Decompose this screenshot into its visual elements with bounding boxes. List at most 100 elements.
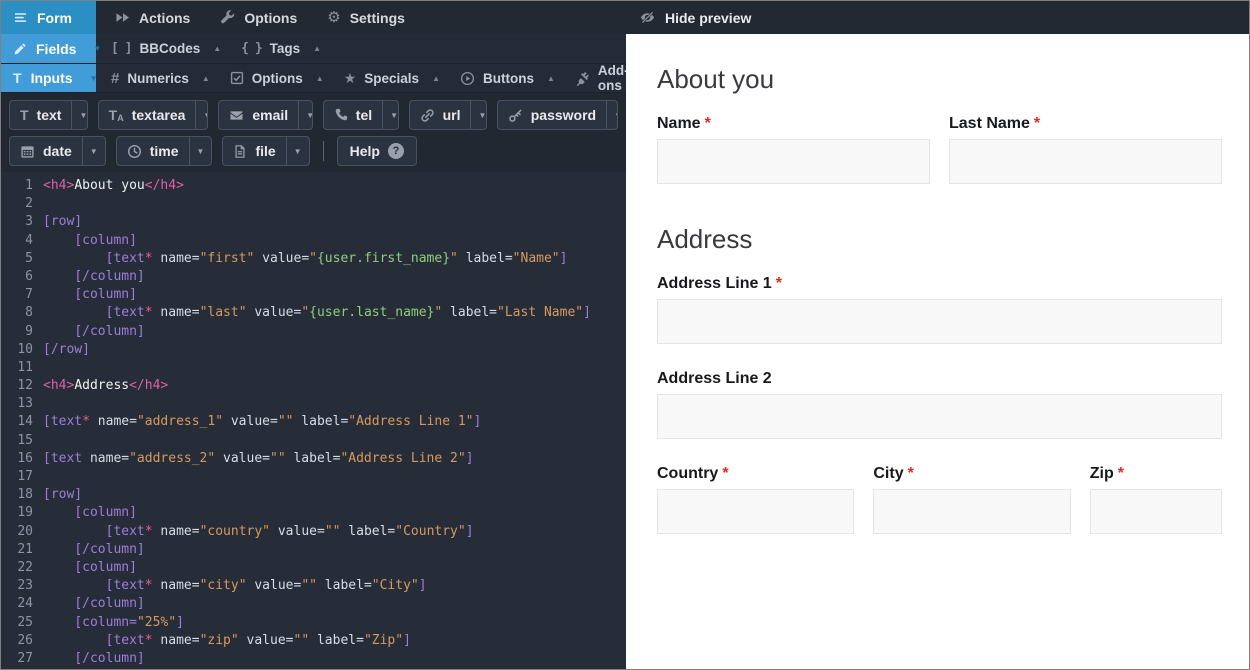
preview-row: Name * Last Name * — [657, 115, 1222, 184]
plug-icon — [575, 71, 590, 86]
caret-up-icon[interactable]: ▲ — [213, 44, 221, 53]
code-line: 20 [text* name="country" value="" label=… — [1, 523, 626, 541]
input-name[interactable] — [657, 139, 930, 184]
section-heading: About you — [657, 64, 775, 94]
email-icon — [229, 109, 244, 122]
line-number: 22 — [17, 559, 33, 575]
tab-form[interactable]: Form — [1, 1, 96, 34]
menubar: Form Actions Options ⚙ Settings Hide previe… — [1, 1, 1249, 34]
caret-up-icon[interactable]: ▲ — [547, 74, 555, 83]
help-button[interactable]: Help? — [336, 136, 417, 166]
field-button-tel-main[interactable]: tel — [324, 101, 382, 129]
menu-item-options[interactable]: Options — [205, 1, 312, 34]
group-tags[interactable]: { } Tags ▲ — [231, 41, 331, 56]
tab-inputs-label: Inputs — [30, 70, 73, 86]
field-button-date-caret[interactable]: ▼ — [81, 137, 105, 165]
field-button-row-1: Ttext▼TAtextarea▼email▼tel▼url▼password▼ — [9, 100, 618, 130]
time-icon — [127, 144, 142, 159]
line-number: 24 — [17, 596, 33, 612]
wrench-icon — [220, 10, 235, 25]
fields-bar: Fields ▼ [ ] BBCodes ▲{ } Tags ▲ — [1, 34, 626, 64]
preview-field-name: Name * — [657, 115, 930, 184]
caret-up-icon[interactable]: ▲ — [316, 74, 324, 83]
field-button-textarea-main[interactable]: TA textarea — [99, 101, 196, 129]
code-line: 19 [column] — [1, 504, 626, 522]
line-number: 10 — [17, 341, 33, 357]
group-buttons[interactable]: Buttons ▲ — [450, 71, 565, 86]
fields-groups: [ ] BBCodes ▲{ } Tags ▲ — [96, 34, 331, 63]
caret-up-icon[interactable]: ▲ — [313, 44, 321, 53]
caret-up-icon[interactable]: ▲ — [432, 74, 440, 83]
eye-slash-icon — [639, 10, 656, 25]
tab-form-label: Form — [37, 9, 72, 26]
field-label: Last Name * — [949, 115, 1041, 132]
input-address-line-2[interactable] — [657, 394, 1222, 439]
line-number: 26 — [17, 632, 33, 648]
hide-preview-button[interactable]: Hide preview — [639, 1, 751, 34]
group-bbcodes[interactable]: [ ] BBCodes ▲ — [101, 41, 231, 56]
code-line: 27 [/column] — [1, 650, 626, 668]
code-line: 5 [text* name="first" value="{user.first… — [1, 250, 626, 268]
field-button-email: email▼ — [218, 100, 313, 130]
password-icon — [508, 108, 523, 123]
field-label: Zip * — [1089, 465, 1124, 482]
line-number: 20 — [17, 523, 33, 539]
code-line: 21 [/column] — [1, 541, 626, 559]
field-button-email-caret[interactable]: ▼ — [298, 101, 312, 129]
field-button-password-caret[interactable]: ▼ — [606, 101, 617, 129]
checkbox-icon — [230, 71, 244, 85]
file-icon — [233, 144, 247, 159]
field-button-password: password▼ — [496, 100, 618, 130]
field-button-textarea-caret[interactable]: ▼ — [195, 101, 207, 129]
required-marker: * — [907, 465, 914, 482]
field-button-text-main[interactable]: Ttext — [10, 101, 71, 129]
field-button-text-caret[interactable]: ▼ — [71, 101, 87, 129]
line-number: 27 — [17, 650, 33, 666]
field-button-url-caret[interactable]: ▼ — [470, 101, 486, 129]
pencil-icon — [13, 42, 27, 56]
required-marker: * — [704, 115, 711, 132]
group-options[interactable]: Options ▲ — [220, 71, 334, 86]
field-button-email-main[interactable]: email — [219, 101, 298, 129]
inputs-bar: T Inputs ▼ # Numerics ▲ Options ▲ ★ Specials ▲ B… — [1, 63, 650, 93]
input-city[interactable] — [873, 489, 1071, 534]
code-line: 12 <h4>Address</h4> — [1, 377, 626, 395]
field-button-file-main[interactable]: file — [223, 137, 285, 165]
group-specials[interactable]: ★ Specials ▲ — [334, 71, 450, 86]
input-address-line-1[interactable] — [657, 299, 1222, 344]
field-button-date-main[interactable]: date — [10, 137, 82, 165]
tab-inputs[interactable]: T Inputs ▼ — [1, 64, 97, 92]
menu-item-actions[interactable]: Actions — [100, 1, 205, 34]
field-button-date: date ▼ — [9, 136, 106, 166]
input-last-name[interactable] — [949, 139, 1222, 184]
code-editor[interactable]: 1 <h4>About you</h4> 2 3 [row] 4 [column] 5 [t… — [1, 172, 626, 669]
field-button-url-main[interactable]: url — [410, 101, 471, 129]
group-numerics[interactable]: # Numerics ▲ — [101, 71, 220, 86]
field-button-file-caret[interactable]: ▼ — [285, 137, 309, 165]
code-line: 9 [/column] — [1, 323, 626, 341]
required-marker: * — [1033, 115, 1041, 132]
code-line: 1 <h4>About you</h4> — [1, 177, 626, 195]
field-label: City * — [873, 465, 914, 482]
textarea-icon: TA — [108, 106, 124, 123]
question-circle-icon: ? — [387, 143, 404, 159]
preview-field-zip: Zip * — [1089, 465, 1222, 534]
field-button-time-main[interactable]: time — [117, 137, 189, 165]
field-button-time-caret[interactable]: ▼ — [188, 137, 212, 165]
field-button-tel-caret[interactable]: ▼ — [382, 101, 398, 129]
menu-item-settings[interactable]: ⚙ Settings — [312, 1, 420, 34]
field-button-url: url ▼ — [408, 100, 487, 130]
line-number: 16 — [17, 450, 33, 466]
code-line: 16 [text name="address_2" value="" label=… — [1, 450, 626, 468]
input-country[interactable] — [657, 489, 855, 534]
line-number: 23 — [17, 578, 33, 594]
code-line: 24 [/column] — [1, 595, 626, 613]
field-button-password-main[interactable]: password — [498, 101, 606, 129]
input-zip[interactable] — [1089, 489, 1222, 534]
line-number: 6 — [25, 268, 33, 284]
tab-fields[interactable]: Fields ▼ — [1, 34, 101, 63]
caret-up-icon[interactable]: ▲ — [202, 74, 210, 83]
code-line: 4 [column] — [1, 232, 626, 250]
star-icon: ★ — [343, 70, 357, 86]
line-number: 7 — [25, 287, 33, 303]
